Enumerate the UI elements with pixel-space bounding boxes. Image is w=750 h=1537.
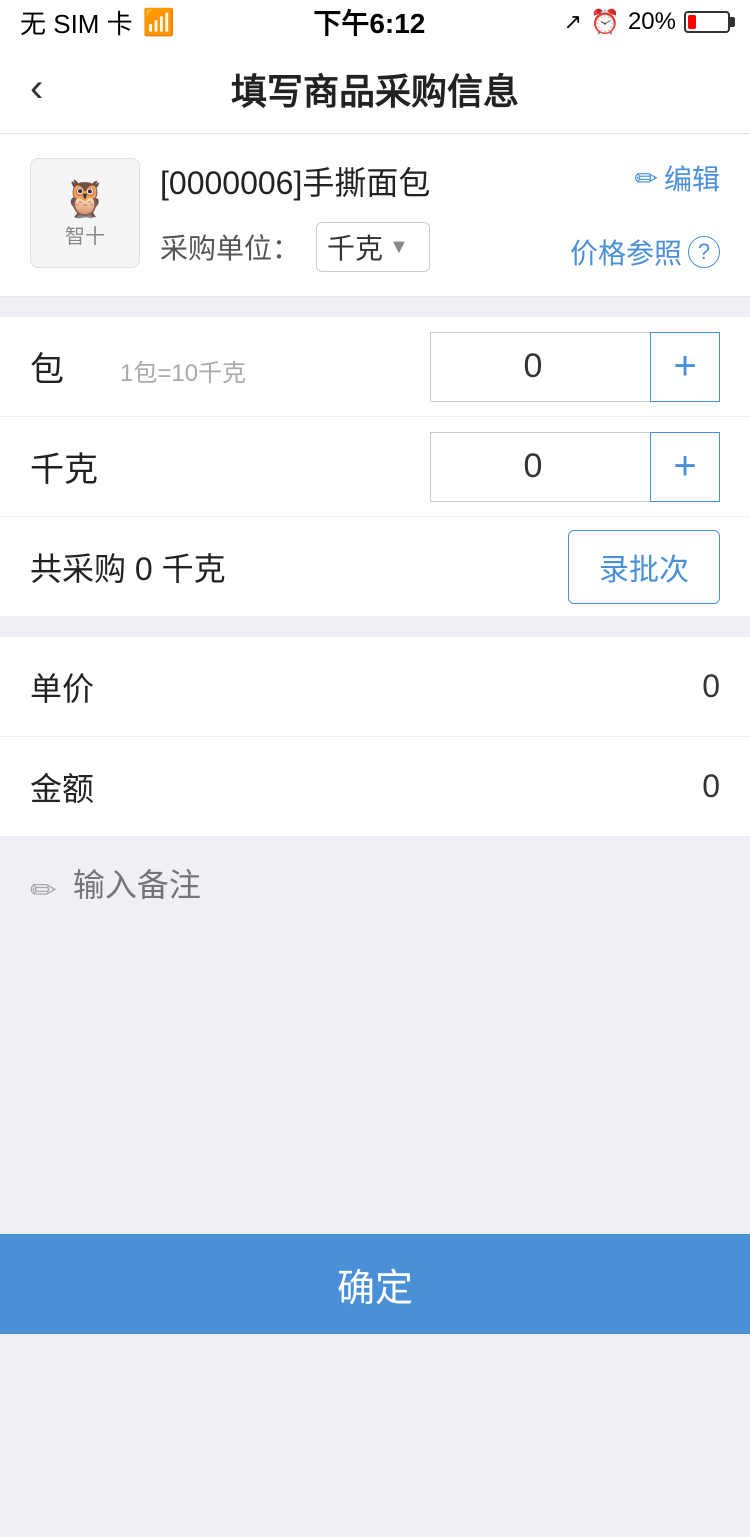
bao-label: 包: [30, 342, 110, 391]
location-icon: ↗: [564, 9, 582, 35]
amount-label: 金额: [30, 764, 94, 810]
alarm-icon: ⏰: [590, 8, 620, 37]
battery-icon: [684, 11, 730, 33]
bao-sublabel: 1包=10千克: [120, 353, 246, 388]
status-bar: 无 SIM 卡 📶 下午6:12 ↗ ⏰ 20%: [0, 0, 750, 44]
bottom-spacer: [0, 1437, 750, 1537]
edit-icon: ✏: [635, 162, 658, 195]
bao-quantity-input[interactable]: [430, 332, 650, 402]
kg-input-wrap: +: [430, 432, 720, 502]
price-reference-button[interactable]: 价格参照 ?: [570, 232, 720, 272]
pencil-icon: ✏: [30, 871, 57, 909]
edit-button[interactable]: ✏ 编辑: [635, 158, 720, 198]
product-unit-row: 采购单位： 千克 ▼: [160, 222, 550, 272]
battery-percent: 20%: [628, 8, 676, 36]
product-name: [0000006]手撕面包: [160, 158, 550, 204]
unit-price-label: 单价: [30, 664, 94, 710]
notes-section: ✏: [0, 837, 750, 1037]
product-thumb-label: 智十: [65, 220, 105, 249]
confirm-button[interactable]: 确定: [0, 1234, 750, 1334]
quantity-section: 包 1包=10千克 + 千克 +: [0, 317, 750, 517]
section-divider-2: [0, 617, 750, 637]
kg-plus-button[interactable]: +: [650, 432, 720, 502]
edit-label: 编辑: [664, 158, 720, 198]
back-button[interactable]: ‹: [30, 66, 43, 111]
unit-price-value: 0: [702, 668, 720, 705]
carrier-label: 无 SIM 卡: [20, 4, 133, 41]
product-actions: ✏ 编辑 价格参照 ?: [570, 158, 720, 272]
status-time: 下午6:12: [313, 2, 425, 42]
status-right: ↗ ⏰ 20%: [564, 8, 730, 37]
battery-fill: [688, 15, 696, 29]
price-ref-label: 价格参照: [570, 232, 682, 272]
batch-button[interactable]: 录批次: [568, 530, 720, 604]
bao-plus-button[interactable]: +: [650, 332, 720, 402]
bao-label-wrap: 包 1包=10千克: [30, 342, 430, 391]
total-row: 共采购 0 千克 录批次: [0, 517, 750, 617]
status-left: 无 SIM 卡 📶: [20, 4, 175, 41]
kg-quantity-input[interactable]: [430, 432, 650, 502]
dropdown-arrow-icon: ▼: [389, 236, 409, 259]
product-card: 🦉 智十 [0000006]手撕面包 采购单位： 千克 ▼ ✏ 编辑 价格参照 …: [0, 134, 750, 297]
notes-input[interactable]: [73, 867, 720, 904]
product-thumb-icon: 🦉: [63, 178, 108, 220]
product-info: [0000006]手撕面包 采购单位： 千克 ▼: [160, 158, 550, 272]
page-title: 填写商品采购信息: [231, 63, 519, 115]
unit-label: 采购单位：: [160, 227, 300, 267]
amount-value: 0: [702, 768, 720, 805]
unit-value: 千克: [327, 227, 383, 267]
quantity-row-bao: 包 1包=10千克 +: [0, 317, 750, 417]
unit-select[interactable]: 千克 ▼: [316, 222, 430, 272]
amount-row: 金额 0: [0, 737, 750, 837]
section-divider-1: [0, 297, 750, 317]
kg-label: 千克: [30, 442, 110, 491]
quantity-row-kg: 千克 +: [0, 417, 750, 517]
wifi-icon: 📶: [143, 7, 175, 38]
bao-input-wrap: +: [430, 332, 720, 402]
total-label: 共采购 0 千克: [30, 544, 226, 590]
product-thumbnail: 🦉 智十: [30, 158, 140, 268]
unit-price-row: 单价 0: [0, 637, 750, 737]
nav-bar: ‹ 填写商品采购信息: [0, 44, 750, 134]
kg-label-wrap: 千克: [30, 442, 430, 491]
help-icon: ?: [688, 236, 720, 268]
price-info-section: 单价 0 金额 0: [0, 637, 750, 837]
